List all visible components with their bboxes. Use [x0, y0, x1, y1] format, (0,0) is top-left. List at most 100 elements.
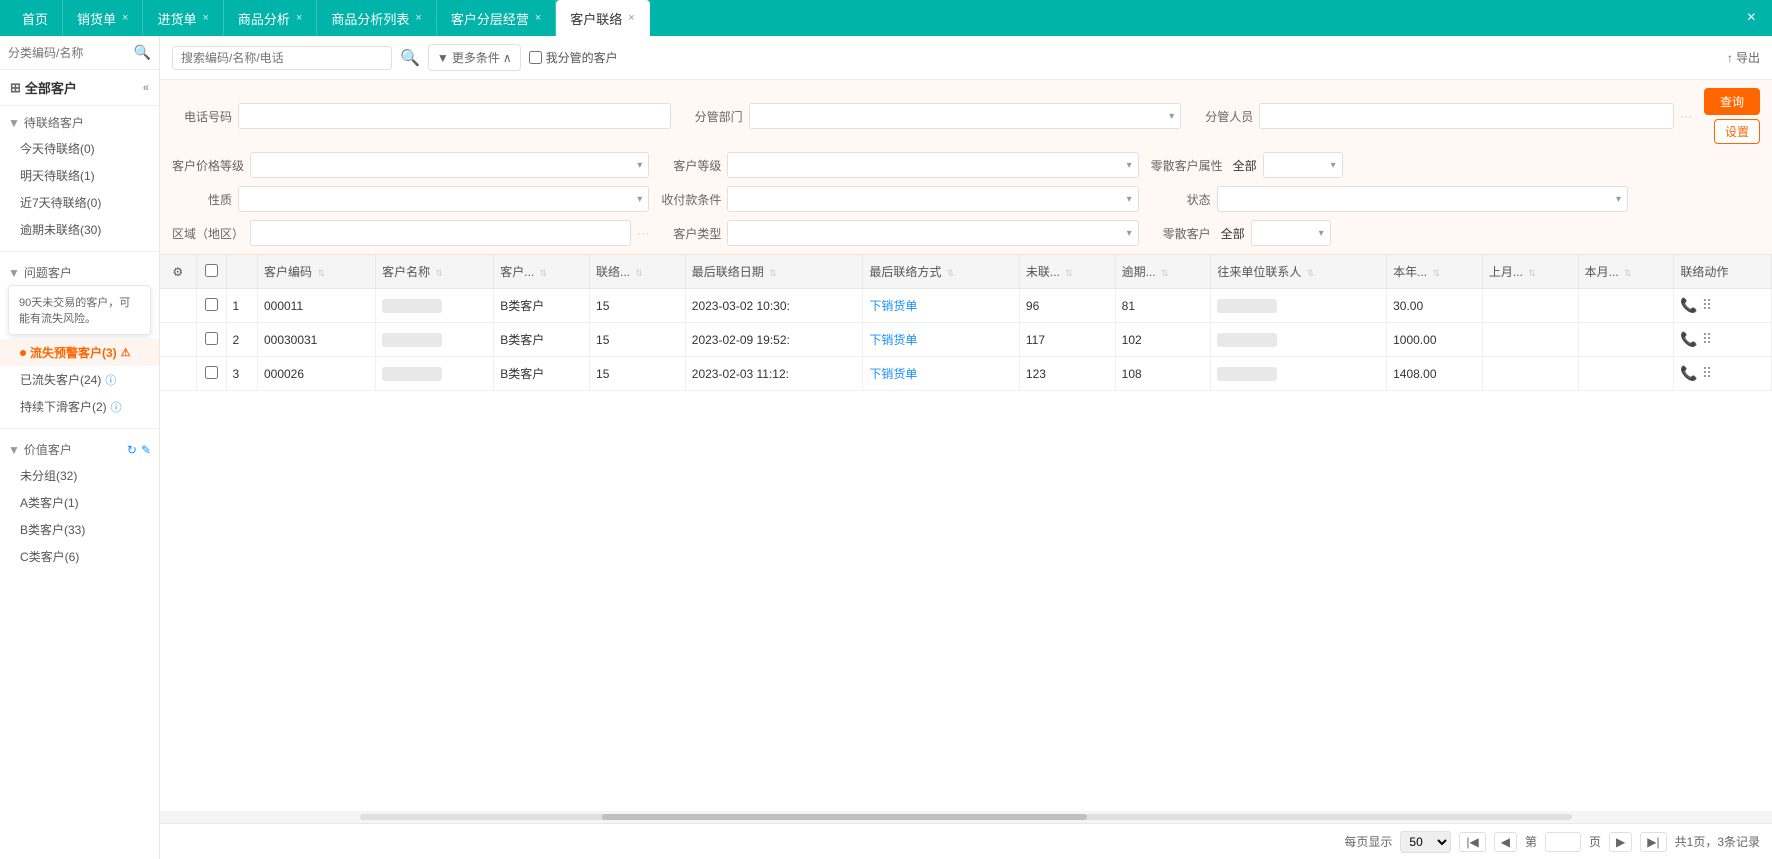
row2-contact-type-link[interactable]: 下销货单 [869, 333, 917, 347]
chevron-down-icon-9: ▾ [1319, 228, 1324, 239]
row3-more-icon[interactable]: ⠿ [1702, 365, 1712, 382]
chevron-down-icon: ▾ [1169, 111, 1174, 122]
col-this-month[interactable]: 本月... ⇅ [1578, 255, 1674, 289]
tab-analysis-close[interactable]: × [296, 12, 302, 24]
select-all-checkbox[interactable] [205, 264, 218, 277]
col-type[interactable]: 客户... ⇅ [494, 255, 590, 289]
sidebar-all-customers[interactable]: ⊞ 全部客户 « [0, 70, 159, 106]
tab-analysis-list[interactable]: 商品分析列表 × [317, 0, 436, 36]
row1-phone-icon[interactable]: 📞 [1680, 297, 1697, 314]
row3-last-contact-type[interactable]: 下销货单 [863, 357, 1020, 391]
more-dots-icon[interactable]: ··· [1680, 109, 1692, 123]
col-not-contact[interactable]: 未联... ⇅ [1019, 255, 1115, 289]
sidebar-group-problem-title[interactable]: ▼ 问题客户 [0, 260, 159, 285]
tab-analysis-list-close[interactable]: × [415, 12, 421, 24]
sidebar-item-class-a[interactable]: A类客户(1) [0, 489, 159, 516]
tab-sales-close[interactable]: × [122, 12, 128, 24]
col-unit-contact[interactable]: 往来单位联系人 ⇅ [1211, 255, 1387, 289]
tab-home[interactable]: 首页 [8, 0, 63, 36]
tab-customer-segment[interactable]: 客户分层经营 × [437, 0, 556, 36]
search-button[interactable]: 🔍 [400, 48, 420, 68]
export-button[interactable]: ↑ 导出 [1727, 49, 1760, 66]
col-name[interactable]: 客户名称 ⇅ [376, 255, 494, 289]
query-button[interactable]: 查询 [1704, 88, 1760, 115]
sidebar-group-value-title[interactable]: ▼ 价值客户 ↻ ✎ [0, 437, 159, 462]
tab-purchase[interactable]: 进货单 × [143, 0, 223, 36]
refresh-icon[interactable]: ↻ [127, 443, 137, 457]
filter-customer-grade-select[interactable]: ▾ [727, 152, 1138, 178]
sidebar-group-pending-title[interactable]: ▼ 待联络客户 [0, 110, 159, 135]
row3-contact-type-link[interactable]: 下销货单 [869, 367, 917, 381]
tab-customer-contact-close[interactable]: × [628, 12, 634, 24]
tab-sales[interactable]: 销货单 × [63, 0, 143, 36]
col-contact[interactable]: 联络... ⇅ [590, 255, 686, 289]
col-last-contact-date[interactable]: 最后联络日期 ⇅ [685, 255, 863, 289]
row1-select-checkbox[interactable] [205, 298, 218, 311]
next-page-button[interactable]: ▶ [1609, 832, 1632, 852]
col-last-contact-type[interactable]: 最后联络方式 ⇅ [863, 255, 1020, 289]
sidebar-item-lost[interactable]: 已流失客户(24) ⓘ [0, 366, 159, 393]
filter-customer-type-select[interactable]: ▾ [727, 220, 1138, 246]
scrollbar-thumb[interactable] [602, 814, 1087, 820]
edit-icon[interactable]: ✎ [141, 443, 151, 457]
filter-price-grade-select[interactable]: ▾ [250, 152, 649, 178]
row1-checkbox[interactable] [196, 289, 226, 323]
sidebar-item-class-b[interactable]: B类客户(33) [0, 516, 159, 543]
my-customers-checkbox[interactable] [529, 51, 542, 64]
row2-checkbox[interactable] [196, 323, 226, 357]
row1-code: 000011 [257, 289, 375, 323]
tab-customer-contact[interactable]: 客户联络 × [556, 0, 649, 36]
sidebar-item-today[interactable]: 今天待联络(0) [0, 135, 159, 162]
sidebar-item-week[interactable]: 近7天待联络(0) [0, 189, 159, 216]
filter-retail-customer-select[interactable]: ▾ [1251, 220, 1331, 246]
per-page-select[interactable]: 50 20 100 [1400, 831, 1451, 853]
sidebar-item-downtrend[interactable]: 持续下滑客户(2) ⓘ [0, 393, 159, 420]
collapse-sidebar-btn[interactable]: « [143, 82, 149, 94]
row3-phone-icon[interactable]: 📞 [1680, 365, 1697, 382]
sidebar-item-unclassified[interactable]: 未分组(32) [0, 462, 159, 489]
tab-customer-segment-close[interactable]: × [535, 12, 541, 24]
sidebar-item-class-c[interactable]: C类客户(6) [0, 543, 159, 570]
row2-phone-icon[interactable]: 📞 [1680, 331, 1697, 348]
filter-region-input[interactable] [250, 220, 631, 246]
col-checkbox-all[interactable] [196, 255, 226, 289]
region-more-dots-icon[interactable]: ··· [637, 226, 649, 240]
last-page-button[interactable]: ▶| [1640, 832, 1666, 852]
sidebar-item-overdue[interactable]: 逾期未联络(30) [0, 216, 159, 243]
col-overdue[interactable]: 逾期... ⇅ [1115, 255, 1211, 289]
sidebar-divider-2 [0, 428, 159, 429]
row3-select-checkbox[interactable] [205, 366, 218, 379]
window-close-button[interactable]: × [1739, 9, 1764, 27]
settings-button[interactable]: 设置 [1714, 119, 1760, 144]
tab-analysis[interactable]: 商品分析 × [224, 0, 317, 36]
row2-last-contact-type[interactable]: 下销货单 [863, 323, 1020, 357]
tab-purchase-close[interactable]: × [202, 12, 208, 24]
col-code[interactable]: 客户编码 ⇅ [257, 255, 375, 289]
filter-dept-select[interactable]: ▾ [749, 103, 1182, 129]
row3-checkbox[interactable] [196, 357, 226, 391]
filter-nature-select[interactable]: ▾ [238, 186, 649, 212]
search-input[interactable] [172, 46, 392, 70]
sidebar-item-tomorrow[interactable]: 明天待联络(1) [0, 162, 159, 189]
row1-contact-type-link[interactable]: 下销货单 [869, 299, 917, 313]
more-conditions-button[interactable]: ▼ 更多条件 ∧ [428, 44, 521, 71]
horizontal-scrollbar[interactable] [160, 811, 1772, 823]
col-last-month[interactable]: 上月... ⇅ [1482, 255, 1578, 289]
col-this-year[interactable]: 本年... ⇅ [1387, 255, 1483, 289]
filter-manager-input[interactable] [1259, 103, 1674, 129]
current-page-input[interactable]: 1 [1545, 832, 1581, 852]
filter-phone-input[interactable] [238, 103, 671, 129]
first-page-button[interactable]: |◀ [1459, 832, 1485, 852]
filter-payment-select[interactable]: ▾ [727, 186, 1138, 212]
prev-page-button[interactable]: ◀ [1494, 832, 1517, 852]
filter-retail-attr-select[interactable]: ▾ [1263, 152, 1343, 178]
row1-more-icon[interactable]: ⠿ [1702, 297, 1712, 314]
row2-more-icon[interactable]: ⠿ [1702, 331, 1712, 348]
my-customers-checkbox-area[interactable]: 我分管的客户 [529, 49, 618, 66]
sidebar-search-input[interactable] [8, 46, 134, 60]
col-settings[interactable]: ⚙ [160, 255, 196, 289]
row2-select-checkbox[interactable] [205, 332, 218, 345]
sidebar-item-lost-warning[interactable]: 流失预警客户(3) ⚠ [0, 339, 159, 366]
filter-status-select[interactable]: ▾ [1217, 186, 1628, 212]
row1-last-contact-type[interactable]: 下销货单 [863, 289, 1020, 323]
